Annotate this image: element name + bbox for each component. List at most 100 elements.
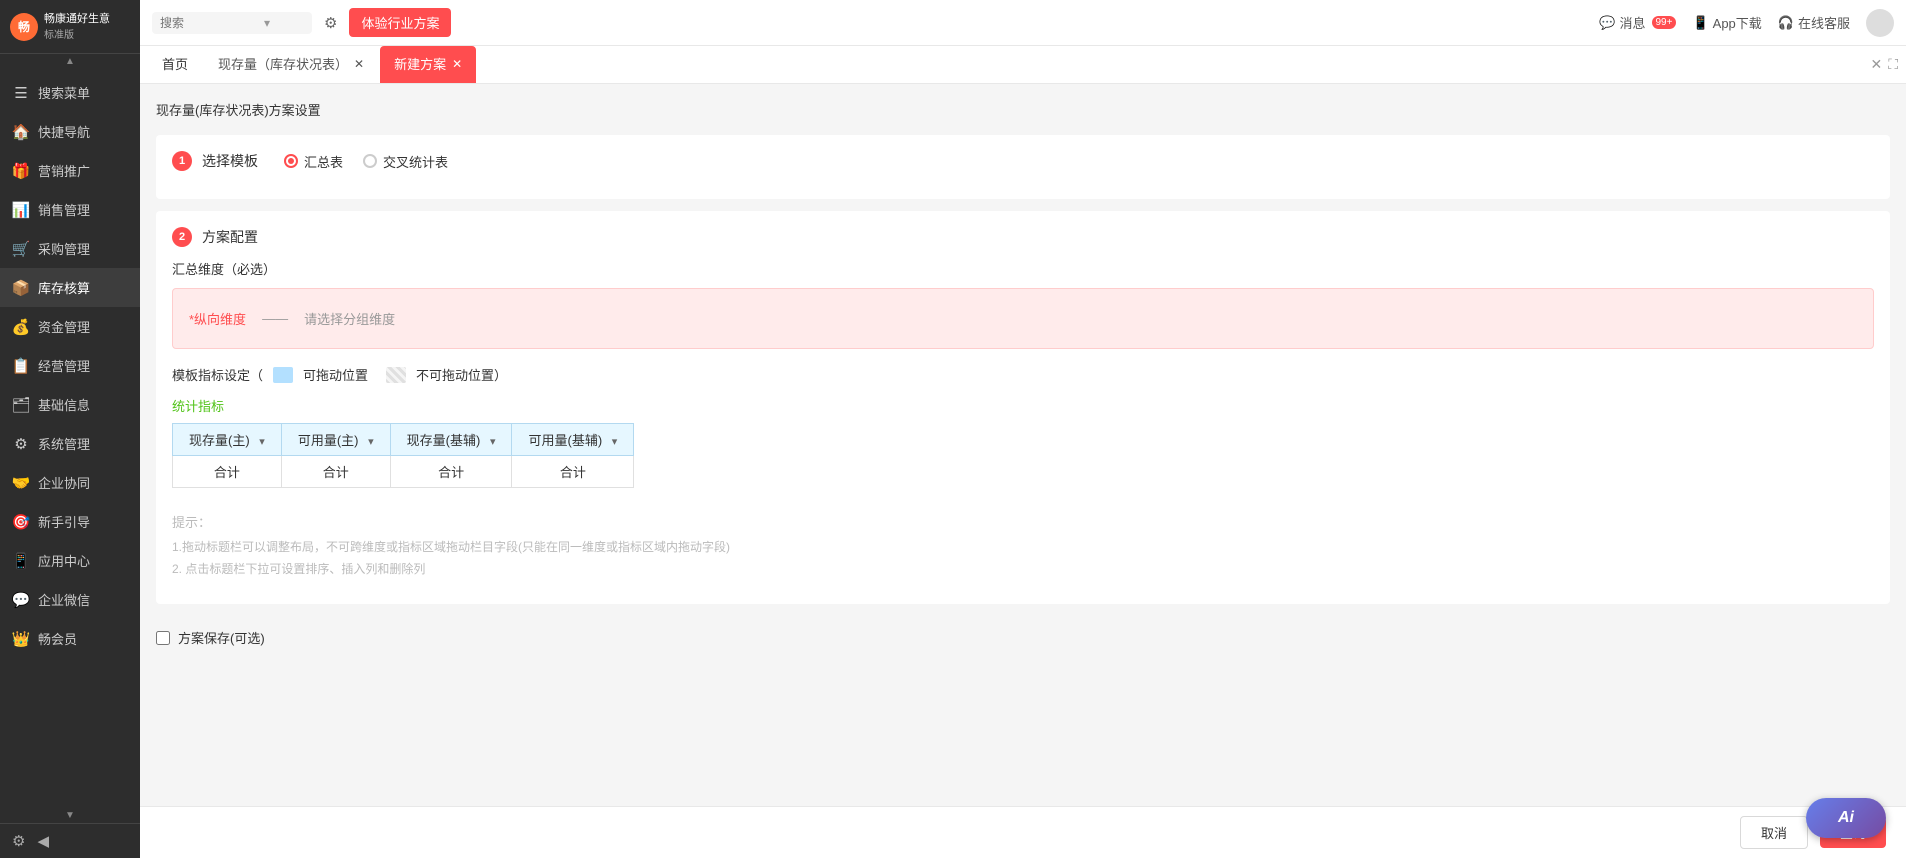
sidebar-item-purchase[interactable]: 🛒 采购管理 <box>0 229 140 268</box>
sidebar-item-inventory[interactable]: 📦 库存核算 <box>0 268 140 307</box>
sidebar-item-membership[interactable]: 👑 畅会员 <box>0 619 140 658</box>
stats-table: 现存量(主) ▾ 可用量(主) ▾ 现存量(基辅) ▾ 可用量(基辅) <box>172 423 634 488</box>
sidebar-item-enterprise-wechat[interactable]: 💬 企业微信 <box>0 580 140 619</box>
message-button[interactable]: 💬 消息 99+ <box>1599 13 1676 32</box>
col-header-2[interactable]: 现存量(基辅) ▾ <box>390 424 512 456</box>
ai-fab-label: Ai <box>1838 809 1854 827</box>
sidebar-scroll-up[interactable]: ▲ <box>0 54 140 69</box>
tab-new-scheme-close[interactable]: ✕ <box>452 57 462 71</box>
topbar-right: 💬 消息 99+ 📱 App下载 🎧 在线客服 <box>1599 9 1894 37</box>
sidebar-item-sales[interactable]: 📊 销售管理 <box>0 190 140 229</box>
cancel-button[interactable]: 取消 <box>1740 816 1808 849</box>
search-box[interactable]: ▾ <box>152 12 312 34</box>
radio-summary-label: 汇总表 <box>304 152 343 171</box>
sidebar-item-app-center[interactable]: 📱 应用中心 <box>0 541 140 580</box>
dimension-area[interactable]: *纵向维度 —— 请选择分组维度 <box>172 288 1874 349</box>
dimension-label: 汇总维度（必选） <box>172 259 1874 278</box>
settings-footer-icon[interactable]: ⚙ <box>12 832 25 850</box>
content-area: 现存量(库存状况表)方案设置 1 选择模板 汇总表 交叉统计表 <box>140 84 1906 806</box>
tab-inventory-close[interactable]: ✕ <box>354 57 364 71</box>
basic-info-icon: 🗂 <box>12 396 30 414</box>
new-guide-icon: 🎯 <box>12 513 30 531</box>
sidebar-item-label: 资金管理 <box>38 317 90 336</box>
online-service-button[interactable]: 🎧 在线客服 <box>1778 13 1850 32</box>
col-header-0[interactable]: 现存量(主) ▾ <box>173 424 282 456</box>
sidebar-item-label: 库存核算 <box>38 278 90 297</box>
sound-footer-icon[interactable]: ◀ <box>37 832 49 850</box>
radio-cross-circle <box>363 154 377 168</box>
tab-home[interactable]: 首页 <box>148 46 202 83</box>
finance-icon: 💰 <box>12 318 30 336</box>
ai-fab-button[interactable]: Ai <box>1806 798 1886 838</box>
topbar-gear-icon[interactable]: ⚙ <box>324 14 337 32</box>
sidebar-item-label: 企业微信 <box>38 590 90 609</box>
sidebar-item-label: 经营管理 <box>38 356 90 375</box>
col-chevron-0[interactable]: ▾ <box>259 436 265 448</box>
cell-0-0: 合计 <box>173 456 282 488</box>
radio-summary-circle <box>284 154 298 168</box>
template-setting: 模板指标设定（ 可拖动位置 不可拖动位置） <box>172 365 1874 384</box>
sidebar-scroll-down[interactable]: ▼ <box>0 808 140 823</box>
sidebar-nav: ☰ 搜索菜单 🏠 快捷导航 🎁 营销推广 📊 销售管理 🛒 采购管理 📦 库存核… <box>0 69 140 808</box>
tab-inventory[interactable]: 现存量（库存状况表） ✕ <box>204 46 378 83</box>
dimension-arrow: —— <box>262 311 288 326</box>
operations-icon: 📋 <box>12 357 30 375</box>
search-input[interactable] <box>160 16 260 30</box>
dimension-placeholder[interactable]: 请选择分组维度 <box>304 309 395 328</box>
sidebar-item-quick-nav[interactable]: 🏠 快捷导航 <box>0 112 140 151</box>
sidebar-item-cooperation[interactable]: 🤝 企业协同 <box>0 463 140 502</box>
sidebar-item-label: 畅会员 <box>38 629 77 648</box>
step1-header: 1 选择模板 汇总表 交叉统计表 <box>172 151 1874 171</box>
user-avatar[interactable] <box>1866 9 1894 37</box>
sidebar-item-basic-info[interactable]: 🗂 基础信息 <box>0 385 140 424</box>
tab-new-scheme[interactable]: 新建方案 ✕ <box>380 46 476 83</box>
sidebar-item-operations[interactable]: 📋 经营管理 <box>0 346 140 385</box>
col-header-1[interactable]: 可用量(主) ▾ <box>281 424 390 456</box>
window-close-icon[interactable]: ✕ <box>1870 56 1882 73</box>
table-header-row: 现存量(主) ▾ 可用量(主) ▾ 现存量(基辅) ▾ 可用量(基辅) <box>173 424 634 456</box>
sidebar-item-finance[interactable]: 💰 资金管理 <box>0 307 140 346</box>
tips-section: 提示： 1.拖动标题栏可以调整布局，不可跨维度或指标区域拖动栏目字段(只能在同一… <box>172 504 1874 588</box>
sidebar: 畅 畅康通好生意 标准版 ▲ ☰ 搜索菜单 🏠 快捷导航 🎁 营销推广 📊 销售… <box>0 0 140 858</box>
quick-nav-icon: 🏠 <box>12 123 30 141</box>
sidebar-item-marketing[interactable]: 🎁 营销推广 <box>0 151 140 190</box>
col-label-3: 可用量(基辅) <box>528 433 602 448</box>
message-badge: 99+ <box>1652 16 1677 29</box>
trial-button[interactable]: 体验行业方案 <box>349 8 451 37</box>
fixed-indicator-box <box>386 367 406 383</box>
cell-0-3: 合计 <box>512 456 634 488</box>
app-download-button[interactable]: 📱 App下载 <box>1692 13 1761 32</box>
enterprise-wechat-icon: 💬 <box>12 591 30 609</box>
col-chevron-1[interactable]: ▾ <box>368 436 374 448</box>
cooperation-icon: 🤝 <box>12 474 30 492</box>
tips-item-0: 1.拖动标题栏可以调整布局，不可跨维度或指标区域拖动栏目字段(只能在同一维度或指… <box>172 537 1874 559</box>
page-title: 现存量(库存状况表)方案设置 <box>156 100 1890 119</box>
tab-inventory-label: 现存量（库存状况表） <box>218 54 348 73</box>
col-chevron-3[interactable]: ▾ <box>612 436 618 448</box>
purchase-icon: 🛒 <box>12 240 30 258</box>
col-label-0: 现存量(主) <box>189 433 250 448</box>
sidebar-item-label: 企业协同 <box>38 473 90 492</box>
radio-summary[interactable]: 汇总表 <box>284 152 343 171</box>
search-chevron-icon[interactable]: ▾ <box>264 16 270 30</box>
sidebar-item-label: 快捷导航 <box>38 122 90 141</box>
sidebar-item-label: 销售管理 <box>38 200 90 219</box>
col-header-3[interactable]: 可用量(基辅) ▾ <box>512 424 634 456</box>
sidebar-item-label: 搜索菜单 <box>38 83 90 102</box>
logo-icon: 畅 <box>10 13 38 41</box>
radio-summary-dot <box>288 158 294 164</box>
window-expand-icon[interactable]: ⛶ <box>1888 56 1898 73</box>
draggable-indicator-box <box>273 367 293 383</box>
sidebar-item-new-guide[interactable]: 🎯 新手引导 <box>0 502 140 541</box>
topbar: ▾ ⚙ 体验行业方案 💬 消息 99+ 📱 App下载 🎧 在线客服 <box>140 0 1906 46</box>
marketing-icon: 🎁 <box>12 162 30 180</box>
cell-0-1: 合计 <box>281 456 390 488</box>
radio-cross[interactable]: 交叉统计表 <box>363 152 448 171</box>
sidebar-item-label: 营销推广 <box>38 161 90 180</box>
save-checkbox[interactable] <box>156 631 170 645</box>
sidebar-item-system[interactable]: ⚙ 系统管理 <box>0 424 140 463</box>
col-chevron-2[interactable]: ▾ <box>490 436 496 448</box>
dimension-required: *纵向维度 <box>189 309 246 328</box>
sidebar-item-search[interactable]: ☰ 搜索菜单 <box>0 73 140 112</box>
sidebar-item-label: 基础信息 <box>38 395 90 414</box>
